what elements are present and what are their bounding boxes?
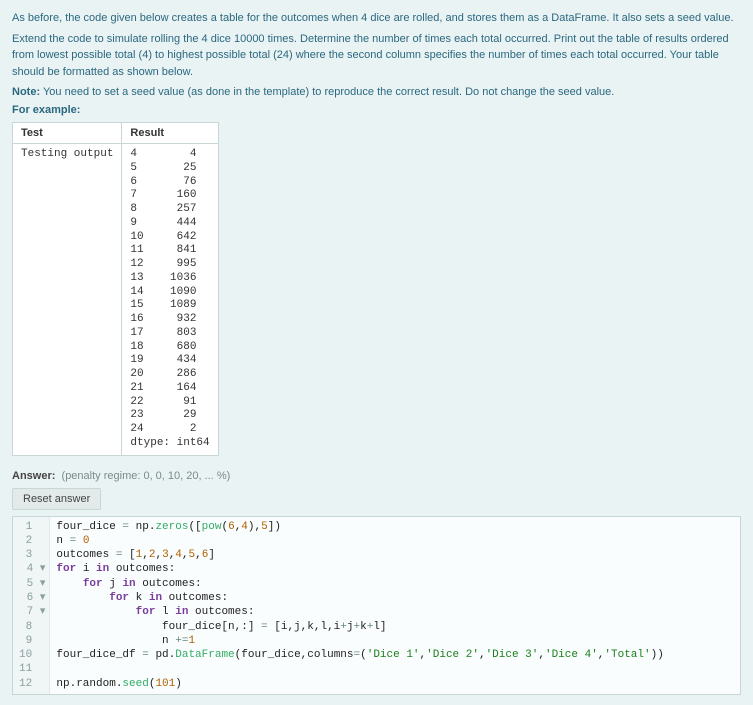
code-content[interactable]: four_dice = np.zeros([pow(6,4),5]) n = 0… <box>50 517 740 695</box>
example-label: For example: <box>12 104 741 116</box>
table-result-cell: 4 4 5 25 6 76 7 160 8 257 9 444 10 642 1… <box>122 144 218 456</box>
note-label: Note: <box>12 86 40 98</box>
instruction-p1: As before, the code given below creates … <box>12 10 741 27</box>
table-header-result: Result <box>122 123 218 144</box>
instruction-p2: Extend the code to simulate rolling the … <box>12 31 741 81</box>
instruction-note: Note: You need to set a seed value (as d… <box>12 86 741 98</box>
code-editor[interactable]: 1 2 3 4 ▾ 5 ▾ 6 ▾ 7 ▾ 8 9 10 11 12 four_… <box>12 516 741 696</box>
reset-answer-button[interactable]: Reset answer <box>12 488 101 510</box>
answer-label-row: Answer: (penalty regime: 0, 0, 10, 20, .… <box>12 470 741 482</box>
table-test-cell: Testing output <box>13 144 122 456</box>
answer-label: Answer: <box>12 470 55 482</box>
penalty-text: (penalty regime: 0, 0, 10, 20, ... %) <box>62 470 231 482</box>
table-header-test: Test <box>13 123 122 144</box>
example-table: Test Result Testing output 4 4 5 25 6 76… <box>12 122 219 456</box>
code-gutter: 1 2 3 4 ▾ 5 ▾ 6 ▾ 7 ▾ 8 9 10 11 12 <box>13 517 50 695</box>
note-text: You need to set a seed value (as done in… <box>40 86 614 98</box>
